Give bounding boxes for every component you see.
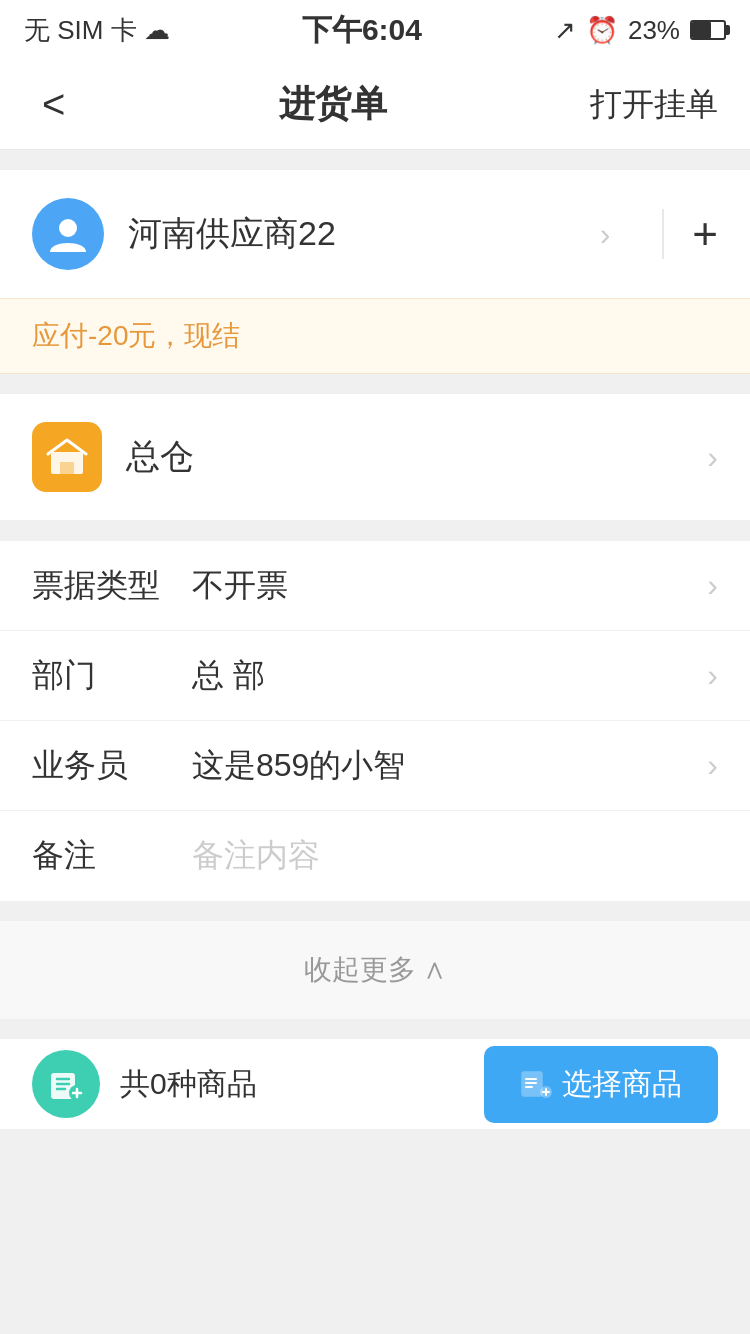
- salesperson-row[interactable]: 业务员 这是859的小智 ›: [0, 721, 750, 811]
- svg-rect-3: [60, 462, 74, 474]
- salesperson-value: 这是859的小智: [172, 744, 707, 788]
- back-button[interactable]: <: [32, 72, 75, 137]
- warehouse-icon-wrap: [32, 422, 102, 492]
- product-bar-icon-wrap: [32, 1050, 100, 1118]
- battery-label: 23%: [628, 15, 680, 46]
- product-count: 共0种商品: [120, 1064, 484, 1105]
- supplier-chevron-icon: ›: [600, 216, 611, 253]
- notice-banner: 应付-20元，现结: [0, 298, 750, 374]
- invoice-type-row[interactable]: 票据类型 不开票 ›: [0, 541, 750, 631]
- remark-label: 备注: [32, 834, 172, 878]
- sim-label: 无 SIM 卡 ☁: [24, 13, 170, 48]
- add-supplier-button[interactable]: +: [692, 212, 718, 256]
- department-chevron-icon: ›: [707, 657, 718, 694]
- salesperson-label: 业务员: [32, 744, 172, 788]
- gray-background-area: [0, 1129, 750, 1334]
- battery-icon: [690, 20, 726, 40]
- supplier-name: 河南供应商22: [128, 211, 600, 257]
- invoice-type-value: 不开票: [172, 564, 707, 608]
- collapse-label: 收起更多 ∧: [304, 951, 447, 989]
- supplier-divider: [662, 209, 664, 259]
- collapse-button[interactable]: 收起更多 ∧: [0, 921, 750, 1019]
- supplier-avatar: [32, 198, 104, 270]
- supplier-section: 河南供应商22 › + 应付-20元，现结: [0, 170, 750, 374]
- status-time: 下午6:04: [302, 10, 422, 51]
- remark-input[interactable]: 备注内容: [172, 834, 718, 878]
- select-product-button[interactable]: 选择商品: [484, 1046, 718, 1123]
- nav-bar: < 进货单 打开挂单: [0, 60, 750, 150]
- select-product-label: 选择商品: [562, 1064, 682, 1105]
- supplier-row[interactable]: 河南供应商22 › +: [0, 170, 750, 298]
- status-bar: 无 SIM 卡 ☁ 下午6:04 ↗ ⏰ 23%: [0, 0, 750, 60]
- warehouse-row[interactable]: 总仓 ›: [0, 394, 750, 521]
- invoice-type-chevron-icon: ›: [707, 567, 718, 604]
- svg-point-0: [59, 219, 77, 237]
- form-section: 票据类型 不开票 › 部门 总 部 › 业务员 这是859的小智 › 备注 备注…: [0, 541, 750, 901]
- product-bar: 共0种商品 选择商品: [0, 1039, 750, 1129]
- warehouse-chevron-icon: ›: [707, 439, 718, 476]
- open-pending-button[interactable]: 打开挂单: [590, 83, 718, 127]
- invoice-type-label: 票据类型: [32, 564, 172, 608]
- warehouse-name: 总仓: [126, 434, 707, 480]
- alarm-icon: ⏰: [586, 15, 618, 46]
- department-value: 总 部: [172, 654, 707, 698]
- remark-row[interactable]: 备注 备注内容: [0, 811, 750, 901]
- top-divider: [0, 150, 750, 170]
- status-left: 无 SIM 卡 ☁: [24, 13, 170, 48]
- status-right: ↗ ⏰ 23%: [554, 15, 726, 46]
- department-row[interactable]: 部门 总 部 ›: [0, 631, 750, 721]
- page-title: 进货单: [279, 80, 387, 129]
- department-label: 部门: [32, 654, 172, 698]
- location-icon: ↗: [554, 15, 576, 46]
- salesperson-chevron-icon: ›: [707, 747, 718, 784]
